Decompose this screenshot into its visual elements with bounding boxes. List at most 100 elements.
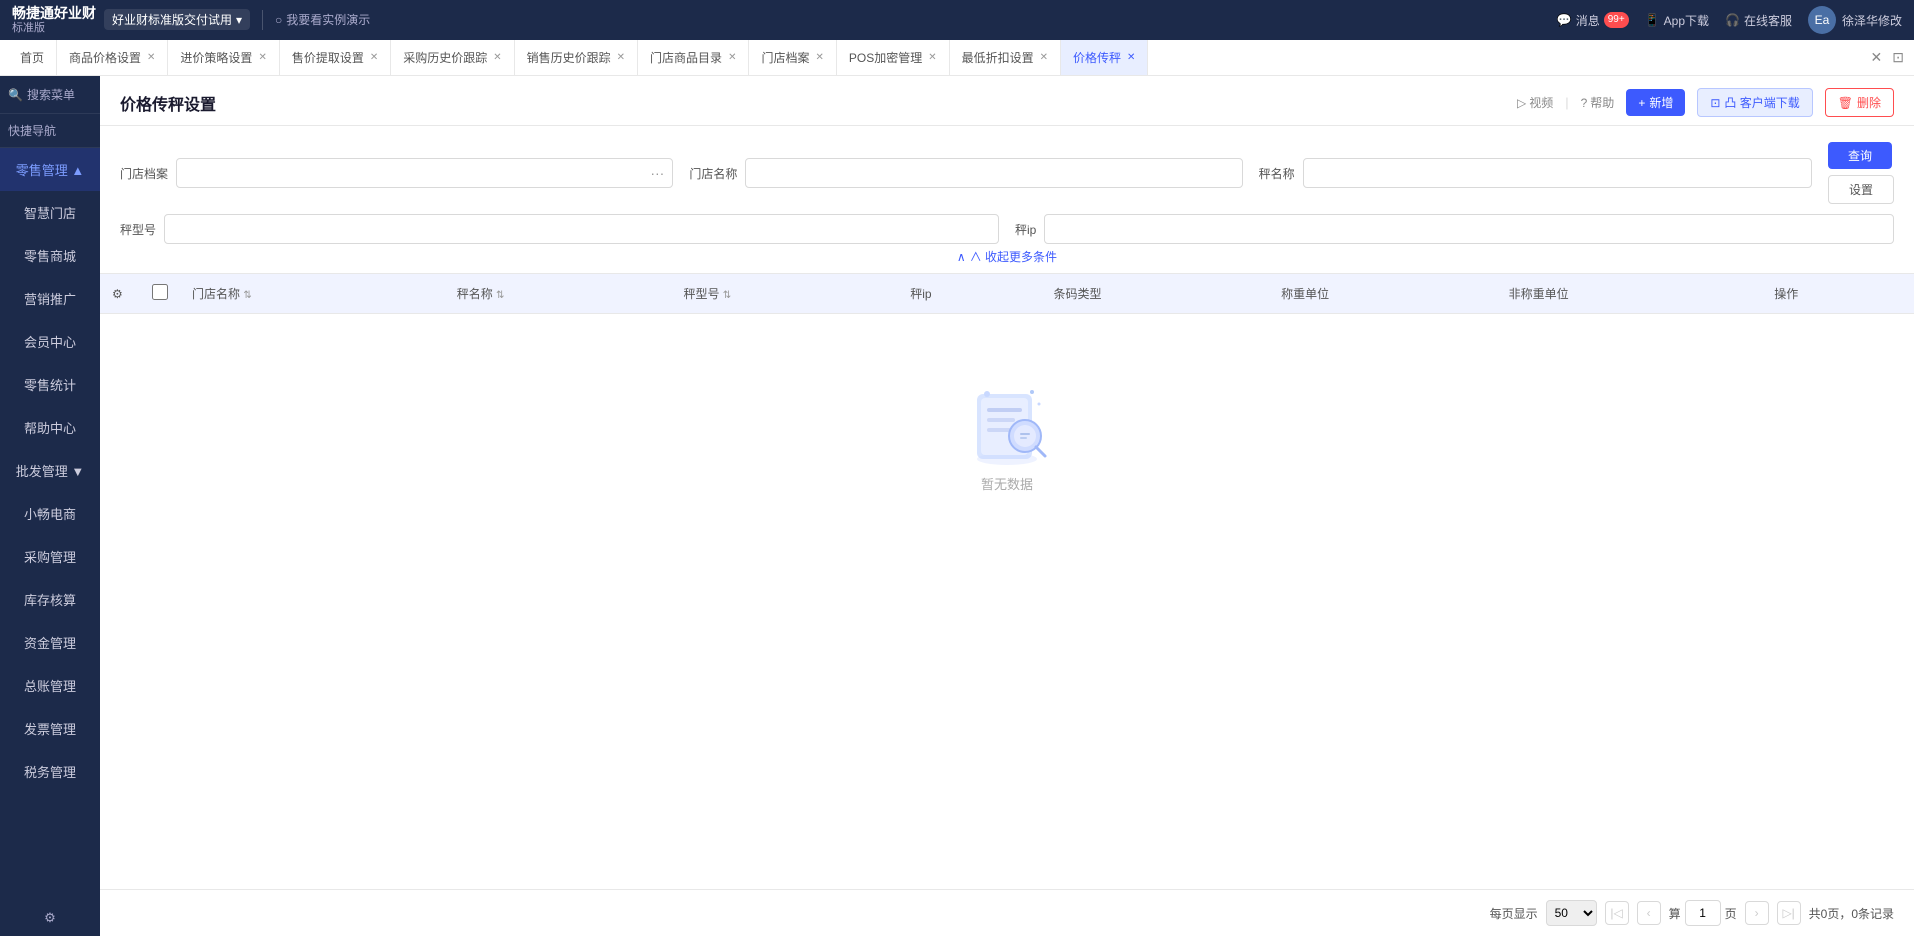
tab-price-scale[interactable]: 价格传秤 ✕ bbox=[1061, 40, 1148, 76]
sidebar-item-purchase-manage[interactable]: 采购管理 bbox=[0, 535, 100, 578]
th-operation: 操作 bbox=[1762, 274, 1914, 314]
store-archive-dots-btn[interactable]: ··· bbox=[642, 165, 672, 181]
sidebar-item-small-ecom[interactable]: 小畅电商 bbox=[0, 492, 100, 535]
table-area: ⚙ 门店名称 ⇅ 秤名称 ⇅ bbox=[100, 274, 1914, 889]
tab-pos-manage[interactable]: POS加密管理 ✕ bbox=[837, 40, 950, 76]
tab-store-archive[interactable]: 门店档案 ✕ bbox=[749, 40, 836, 76]
scale-model-input[interactable] bbox=[164, 214, 999, 244]
sidebar-item-invoice-manage[interactable]: 发票管理 bbox=[0, 707, 100, 750]
top-bar: 畅捷通好业财 标准版 好业财标准版交付试用 ▾ ○ 我要看实例演示 💬 消息 9… bbox=[0, 0, 1914, 40]
tab-sale-history[interactable]: 销售历史价跟踪 ✕ bbox=[515, 40, 638, 76]
page-header: 价格传秤设置 ▷ 视频 | ? 帮助 + 新增 ⊡ 凸 客户端下载 🗑 bbox=[100, 76, 1914, 126]
divider1: | bbox=[1565, 95, 1568, 110]
sidebar-item-inventory[interactable]: 库存核算 bbox=[0, 578, 100, 621]
sidebar-item-tax-manage[interactable]: 税务管理 bbox=[0, 750, 100, 793]
settings-icon: ⚙ bbox=[112, 287, 123, 301]
sidebar-item-marketing[interactable]: 营销推广 bbox=[0, 277, 100, 320]
store-name-input[interactable] bbox=[745, 158, 1242, 188]
sidebar-item-general-ledger-label: 总账管理 bbox=[24, 676, 76, 695]
empty-state: 暂无数据 bbox=[100, 314, 1914, 553]
scale-ip-input[interactable] bbox=[1044, 214, 1894, 244]
collapse-label: ∧ 收起更多条件 bbox=[970, 248, 1057, 265]
tab-pos-manage-label: POS加密管理 bbox=[849, 49, 922, 66]
sidebar-settings-btn[interactable]: ⚙ bbox=[0, 900, 100, 936]
delete-btn[interactable]: 🗑 删除 bbox=[1825, 88, 1894, 117]
tab-sale-history-label: 销售历史价跟踪 bbox=[527, 49, 611, 66]
online-service-btn[interactable]: 🎧 在线客服 bbox=[1725, 12, 1792, 29]
demo-link[interactable]: ○ 我要看实例演示 bbox=[275, 11, 370, 28]
close-store-archive-icon[interactable]: ✕ bbox=[815, 52, 823, 63]
video-icon: ▷ bbox=[1517, 96, 1526, 110]
first-page-btn[interactable]: |◁ bbox=[1605, 901, 1629, 925]
page-input[interactable] bbox=[1685, 900, 1721, 926]
sidebar-item-fund-manage[interactable]: 资金管理 bbox=[0, 621, 100, 664]
store-archive-input[interactable] bbox=[177, 166, 642, 180]
tab-min-discount[interactable]: 最低折扣设置 ✕ bbox=[950, 40, 1061, 76]
select-all-checkbox[interactable] bbox=[152, 284, 168, 300]
sidebar-item-retail-stats[interactable]: 零售统计 bbox=[0, 363, 100, 406]
sidebar-item-help-center[interactable]: 帮助中心 bbox=[0, 406, 100, 449]
next-page-btn[interactable]: › bbox=[1745, 901, 1769, 925]
set-btn[interactable]: 设置 bbox=[1828, 175, 1894, 204]
sidebar-item-wholesale[interactable]: 批发管理 ▼ bbox=[0, 449, 100, 492]
last-page-btn[interactable]: ▷| bbox=[1777, 901, 1801, 925]
sidebar-item-general-ledger[interactable]: 总账管理 bbox=[0, 664, 100, 707]
sidebar-item-retail-mall[interactable]: 零售商城 bbox=[0, 234, 100, 277]
tab-price-settings-label: 商品价格设置 bbox=[69, 49, 141, 66]
download-btn[interactable]: ⊡ 凸 客户端下载 bbox=[1697, 88, 1812, 117]
sidebar-item-smart-store[interactable]: 智慧门店 bbox=[0, 191, 100, 234]
close-purchase-strategy-icon[interactable]: ✕ bbox=[258, 52, 266, 63]
close-pos-manage-icon[interactable]: ✕ bbox=[928, 52, 936, 63]
th-weight-unit-label: 称重单位 bbox=[1281, 287, 1329, 301]
per-page-select[interactable]: 50 20 100 bbox=[1546, 900, 1597, 926]
close-store-catalog-icon[interactable]: ✕ bbox=[728, 52, 736, 63]
prev-page-btn[interactable]: ‹ bbox=[1637, 901, 1661, 925]
tab-min-discount-label: 最低折扣设置 bbox=[962, 49, 1034, 66]
first-page-icon: |◁ bbox=[1610, 906, 1622, 920]
sidebar-item-retail-manage[interactable]: 零售管理 ▲ bbox=[0, 148, 100, 191]
page-actions: ▷ 视频 | ? 帮助 + 新增 ⊡ 凸 客户端下载 🗑 删除 bbox=[1517, 88, 1894, 117]
tab-purchase-history[interactable]: 采购历史价跟踪 ✕ bbox=[391, 40, 514, 76]
app-download-label: App下载 bbox=[1664, 12, 1709, 29]
close-all-tabs-btn[interactable]: ✕ bbox=[1869, 47, 1885, 68]
tab-home[interactable]: 首页 bbox=[8, 40, 57, 76]
sidebar-item-member-center-label: 会员中心 bbox=[24, 332, 76, 351]
app-title: 畅捷通好业财 bbox=[12, 6, 96, 21]
help-btn[interactable]: ? 帮助 bbox=[1581, 94, 1615, 111]
sidebar-item-member-center[interactable]: 会员中心 bbox=[0, 320, 100, 363]
pagination-page: 算 页 bbox=[1669, 900, 1737, 926]
add-btn[interactable]: + 新增 bbox=[1626, 89, 1685, 116]
th-scale-name[interactable]: 秤名称 ⇅ bbox=[445, 274, 672, 314]
tab-sale-extract[interactable]: 售价提取设置 ✕ bbox=[280, 40, 391, 76]
divider bbox=[262, 10, 263, 30]
table-body: 暂无数据 bbox=[100, 314, 1914, 554]
close-sale-extract-icon[interactable]: ✕ bbox=[370, 52, 378, 63]
tab-purchase-strategy[interactable]: 进价策略设置 ✕ bbox=[168, 40, 279, 76]
restore-window-btn[interactable]: ⊡ bbox=[1890, 47, 1906, 68]
app-download-btn[interactable]: 📱 App下载 bbox=[1645, 12, 1709, 29]
close-purchase-history-icon[interactable]: ✕ bbox=[493, 52, 501, 63]
close-min-discount-icon[interactable]: ✕ bbox=[1040, 52, 1048, 63]
tab-price-settings[interactable]: 商品价格设置 ✕ bbox=[57, 40, 168, 76]
th-scale-model[interactable]: 秤型号 ⇅ bbox=[671, 274, 898, 314]
th-settings[interactable]: ⚙ bbox=[100, 274, 140, 314]
scale-name-input[interactable] bbox=[1303, 158, 1812, 188]
video-btn[interactable]: ▷ 视频 bbox=[1517, 94, 1553, 111]
close-price-settings-icon[interactable]: ✕ bbox=[147, 52, 155, 63]
close-sale-history-icon[interactable]: ✕ bbox=[617, 52, 625, 63]
message-btn[interactable]: 💬 消息 99+ bbox=[1557, 12, 1629, 29]
collapse-row: ∧ ∧ 收起更多条件 bbox=[120, 248, 1894, 265]
filter-store-archive: 门店档案 ··· bbox=[120, 158, 673, 188]
tab-purchase-history-label: 采购历史价跟踪 bbox=[403, 49, 487, 66]
query-btn[interactable]: 查询 bbox=[1828, 142, 1892, 169]
sidebar-search[interactable]: 🔍 搜索菜单 bbox=[0, 76, 100, 114]
collapse-btn[interactable]: ∧ ∧ 收起更多条件 bbox=[957, 248, 1057, 265]
user-info[interactable]: Ea 徐泽华修改 bbox=[1808, 6, 1902, 34]
sidebar-item-small-ecom-label: 小畅电商 bbox=[24, 504, 76, 523]
version-select[interactable]: 好业财标准版交付试用 ▾ bbox=[104, 9, 250, 30]
sidebar-quick-nav[interactable]: 快捷导航 bbox=[0, 114, 100, 148]
th-store-name[interactable]: 门店名称 ⇅ bbox=[180, 274, 445, 314]
close-price-scale-icon[interactable]: ✕ bbox=[1127, 52, 1135, 63]
tab-store-catalog[interactable]: 门店商品目录 ✕ bbox=[638, 40, 749, 76]
page-unit-label: 页 bbox=[1725, 905, 1737, 922]
